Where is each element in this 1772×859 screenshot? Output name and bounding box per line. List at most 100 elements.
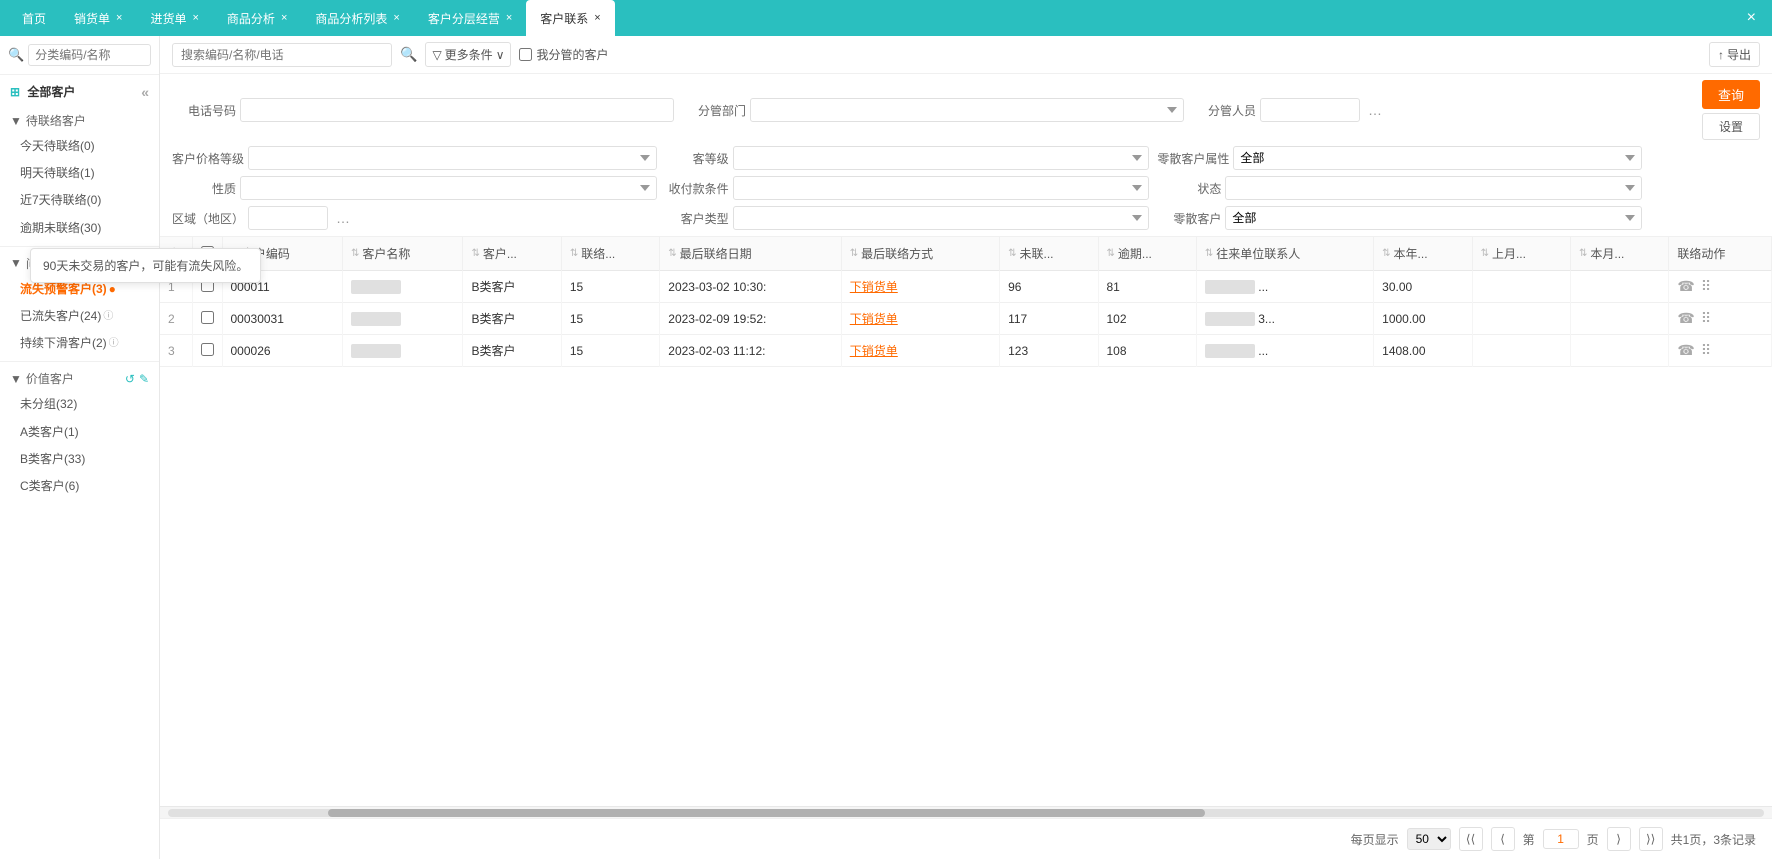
sidebar-item-b-class[interactable]: B类客户(33) bbox=[0, 446, 159, 473]
row-index-3: 3 bbox=[160, 335, 192, 367]
row-1-more-icon[interactable]: ⠿ bbox=[1701, 278, 1711, 295]
sidebar-group-pending[interactable]: ▼ 待联络客户 bbox=[0, 108, 159, 133]
tab-home[interactable]: 首页 bbox=[8, 0, 60, 36]
payment-select[interactable] bbox=[733, 176, 1150, 200]
row-3-more-icon[interactable]: ⠿ bbox=[1701, 342, 1711, 359]
row-3-checkbox[interactable] bbox=[201, 343, 214, 356]
next-page-btn[interactable]: ⟩ bbox=[1607, 827, 1631, 851]
col-sort-overdue-icon[interactable]: ⇅ bbox=[1107, 248, 1115, 259]
tab-product-analysis-list[interactable]: 商品分析列表 × bbox=[301, 0, 413, 36]
tab-customer-segment[interactable]: 客户分层经营 × bbox=[414, 0, 526, 36]
col-sort-date-icon[interactable]: ⇅ bbox=[668, 248, 676, 259]
horizontal-scrollbar[interactable] bbox=[160, 806, 1772, 818]
area-more-icon[interactable]: … bbox=[332, 210, 354, 226]
tab-customer-contact[interactable]: 客户联系 × bbox=[526, 0, 614, 36]
my-customers-checkbox[interactable] bbox=[519, 48, 532, 61]
last-page-btn[interactable]: ⟩⟩ bbox=[1639, 827, 1663, 851]
zero-attr-select[interactable]: 全部 bbox=[1233, 146, 1642, 170]
value-edit-icon[interactable]: ✎ bbox=[139, 372, 149, 386]
tab-product-analysis-list-close[interactable]: × bbox=[393, 12, 399, 24]
tab-product-analysis-close[interactable]: × bbox=[281, 12, 287, 24]
prev-page-btn[interactable]: ⟨ bbox=[1491, 827, 1515, 851]
per-page-select[interactable]: 50 bbox=[1407, 828, 1451, 850]
query-btn[interactable]: 查询 bbox=[1702, 80, 1760, 109]
sidebar-all-customers[interactable]: ⊞ 全部客户 « bbox=[0, 75, 159, 108]
first-page-btn[interactable]: ⟨⟨ bbox=[1459, 827, 1483, 851]
area-input[interactable] bbox=[248, 206, 328, 230]
row-2-more-icon[interactable]: ⠿ bbox=[1701, 310, 1711, 327]
col-sort-uc-icon[interactable]: ⇅ bbox=[1205, 248, 1213, 259]
th-actions: 联络动作 bbox=[1669, 237, 1772, 271]
tab-product-analysis[interactable]: 商品分析 × bbox=[213, 0, 301, 36]
sidebar-item-a-class[interactable]: A类客户(1) bbox=[0, 419, 159, 446]
col-sort-ty-icon[interactable]: ⇅ bbox=[1382, 248, 1390, 259]
col-sort-tm-icon[interactable]: ⇅ bbox=[1579, 248, 1587, 259]
export-icon: ↑ bbox=[1718, 48, 1724, 62]
row-3-code: 000026 bbox=[222, 335, 342, 367]
sidebar-item-overdue-pending[interactable]: 逾期未联络(30) bbox=[0, 215, 159, 242]
sidebar-search-input[interactable] bbox=[28, 44, 151, 66]
my-customers-checkbox-label[interactable]: 我分管的客户 bbox=[519, 46, 608, 63]
sidebar-item-7day-pending[interactable]: 近7天待联络(0) bbox=[0, 187, 159, 214]
col-sort-nc-icon[interactable]: ⇅ bbox=[1008, 248, 1016, 259]
sidebar-item-today-pending[interactable]: 今天待联络(0) bbox=[0, 133, 159, 160]
sidebar-group-value[interactable]: ▼ 价值客户 ↺ ✎ bbox=[0, 366, 159, 391]
nature-select[interactable] bbox=[240, 176, 657, 200]
filter-more-conditions-btn[interactable]: ▽ 更多条件 ∨ bbox=[425, 42, 511, 67]
manager-input[interactable] bbox=[1260, 98, 1360, 122]
total-records: 共1页，3条记录 bbox=[1671, 831, 1756, 848]
tab-purchase-order[interactable]: 进货单 × bbox=[136, 0, 212, 36]
value-refresh-icon[interactable]: ↺ bbox=[125, 372, 135, 386]
customer-level-select[interactable] bbox=[733, 146, 1150, 170]
col-sort-type-icon[interactable]: ⇅ bbox=[471, 248, 479, 259]
manager-more-icon[interactable]: … bbox=[1364, 102, 1386, 118]
tab-customer-contact-close[interactable]: × bbox=[594, 12, 600, 24]
th-last-contact-method: ⇅ 最后联络方式 bbox=[841, 237, 999, 271]
page-label: 第 bbox=[1523, 831, 1535, 848]
status-select[interactable] bbox=[1225, 176, 1642, 200]
customer-type-select[interactable] bbox=[733, 206, 1150, 230]
col-sort-name-icon[interactable]: ⇅ bbox=[351, 248, 359, 259]
row-1-this-month bbox=[1570, 271, 1668, 303]
settings-btn[interactable]: 设置 bbox=[1702, 113, 1760, 140]
tab-purchase-order-close[interactable]: × bbox=[192, 12, 198, 24]
row-2-name bbox=[342, 303, 462, 335]
tab-customer-segment-close[interactable]: × bbox=[506, 12, 512, 24]
sidebar-search-icon: 🔍 bbox=[8, 47, 24, 63]
row-1-contact: 15 bbox=[561, 271, 659, 303]
tab-sales-order[interactable]: 销货单 × bbox=[60, 0, 136, 36]
sidebar-collapse-icon[interactable]: « bbox=[141, 84, 149, 100]
churn-warning-tooltip: 90天未交易的客户，可能有流失风险。 bbox=[30, 248, 160, 283]
row-2-last-month bbox=[1472, 303, 1570, 335]
col-sort-method-icon[interactable]: ⇅ bbox=[850, 248, 858, 259]
sidebar-item-declining[interactable]: 持续下滑客户(2) ⓘ bbox=[0, 330, 159, 357]
row-1-name bbox=[342, 271, 462, 303]
tab-bar: 首页 销货单 × 进货单 × 商品分析 × 商品分析列表 × 客户分层经营 × … bbox=[0, 0, 1772, 36]
sidebar-item-ungrouped[interactable]: 未分组(32) bbox=[0, 391, 159, 418]
row-2-contact-icon[interactable]: ☎ bbox=[1677, 310, 1694, 327]
col-sort-lm-icon[interactable]: ⇅ bbox=[1481, 248, 1489, 259]
window-close-btn[interactable]: × bbox=[1739, 9, 1764, 27]
row-2-type: B类客户 bbox=[463, 303, 561, 335]
price-level-select[interactable] bbox=[248, 146, 657, 170]
tab-sales-order-close[interactable]: × bbox=[116, 12, 122, 24]
filter-bar: 🔍 ▽ 更多条件 ∨ 我分管的客户 ↑ 导出 bbox=[160, 36, 1772, 74]
dept-select[interactable] bbox=[750, 98, 1184, 122]
export-btn[interactable]: ↑ 导出 bbox=[1709, 42, 1760, 67]
row-2-checkbox[interactable] bbox=[201, 311, 214, 324]
chevron-down-icon: ∨ bbox=[496, 48, 505, 62]
sidebar-item-churned[interactable]: 已流失客户(24) ⓘ bbox=[0, 303, 159, 330]
row-3-contact-icon[interactable]: ☎ bbox=[1677, 342, 1694, 359]
th-last-contact-date: ⇅ 最后联络日期 bbox=[660, 237, 841, 271]
page-input[interactable] bbox=[1543, 829, 1579, 849]
sidebar-item-c-class[interactable]: C类客户(6) bbox=[0, 473, 159, 500]
zero-customer-select[interactable]: 全部 bbox=[1225, 206, 1642, 230]
table-area: ⚙ ⇅ 客户编码 ⇅ bbox=[160, 237, 1772, 806]
phone-input[interactable] bbox=[240, 98, 674, 122]
sidebar-item-tomorrow-pending[interactable]: 明天待联络(1) bbox=[0, 160, 159, 187]
filter-search-btn[interactable]: 🔍 bbox=[400, 46, 417, 63]
row-1-not-contacted: 96 bbox=[1000, 271, 1098, 303]
filter-search-input[interactable] bbox=[172, 43, 392, 67]
col-sort-contact-icon[interactable]: ⇅ bbox=[570, 248, 578, 259]
row-1-contact-icon[interactable]: ☎ bbox=[1677, 278, 1694, 295]
